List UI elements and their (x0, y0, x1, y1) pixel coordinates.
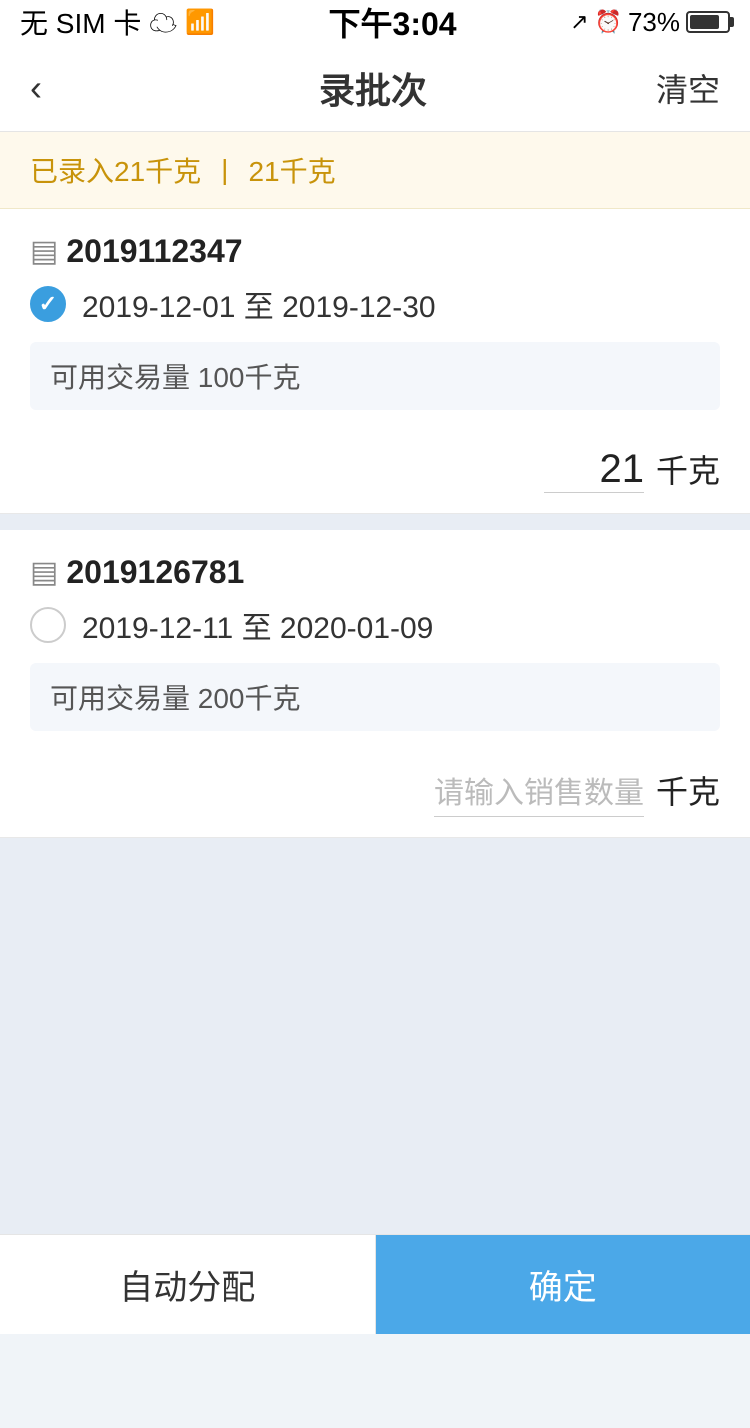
info-banner: 已录入21千克 | 21千克 (0, 132, 750, 209)
recorded-label: 已录入21千克 (30, 150, 201, 190)
sim-label: 无 SIM 卡 ☁ (20, 2, 177, 42)
batch2-id: 2019126781 (66, 554, 244, 591)
batch2-quantity-input[interactable]: 请输入销售数量 (434, 768, 644, 817)
status-bar: 无 SIM 卡 ☁ 📶 下午3:04 ↗ ⏰ 73% (0, 0, 750, 44)
clear-button[interactable]: 清空 (656, 65, 720, 111)
info-value: 21千克 (248, 150, 335, 190)
batch2-input-placeholder: 请输入销售数量 (434, 777, 644, 810)
location-icon: ↗ (570, 9, 588, 35)
batch2-date: 2019-12-11 至 2020-01-09 (82, 603, 433, 647)
battery-percent: 73% (628, 7, 680, 38)
status-right: ↗ ⏰ 73% (570, 7, 730, 38)
battery-icon (686, 11, 730, 33)
batch2-id-row: ▤ 2019126781 (30, 554, 720, 591)
batch2-id-icon: ▤ (30, 555, 58, 590)
batch1-id: 2019112347 (66, 233, 242, 270)
batch1-radio[interactable]: ✓ (30, 286, 66, 322)
bottom-bar: 自动分配 确定 (0, 1234, 750, 1334)
batch1-date-row[interactable]: ✓ 2019-12-01 至 2019-12-30 (30, 282, 720, 326)
batch1-available: 可用交易量 100千克 (30, 342, 720, 410)
batch1-quantity-value: 21 (599, 447, 644, 491)
batch2-radio[interactable] (30, 607, 66, 643)
batch1-id-icon: ▤ (30, 234, 58, 269)
batch2-date-row[interactable]: 2019-12-11 至 2020-01-09 (30, 603, 720, 647)
batch1-date: 2019-12-01 至 2019-12-30 (82, 282, 436, 326)
batch-item-2: ▤ 2019126781 2019-12-11 至 2020-01-09 可用交… (0, 530, 750, 838)
batch-item-1: ▤ 2019112347 ✓ 2019-12-01 至 2019-12-30 可… (0, 209, 750, 514)
page-title: 录批次 (319, 62, 427, 114)
batch2-unit: 千克 (656, 767, 720, 813)
nav-bar: ‹ 录批次 清空 (0, 44, 750, 132)
back-button[interactable]: ‹ (30, 67, 90, 109)
info-divider: | (221, 154, 228, 186)
batch1-quantity-row: 21 千克 (0, 430, 750, 514)
confirm-button[interactable]: 确定 (376, 1235, 750, 1334)
batch2-input-row[interactable]: 请输入销售数量 千克 (0, 751, 750, 838)
wifi-icon: 📶 (185, 8, 215, 37)
status-left: 无 SIM 卡 ☁ 📶 (20, 2, 215, 42)
batch1-quantity-underline: 21 (544, 447, 644, 493)
batch2-available: 可用交易量 200千克 (30, 663, 720, 731)
batch1-unit: 千克 (656, 446, 720, 492)
batch1-id-row: ▤ 2019112347 (30, 233, 720, 270)
status-time: 下午3:04 (329, 0, 457, 45)
batch1-check-icon: ✓ (39, 291, 57, 317)
auto-distribute-button[interactable]: 自动分配 (0, 1235, 376, 1334)
section-separator (0, 514, 750, 530)
alarm-icon: ⏰ (595, 9, 622, 35)
